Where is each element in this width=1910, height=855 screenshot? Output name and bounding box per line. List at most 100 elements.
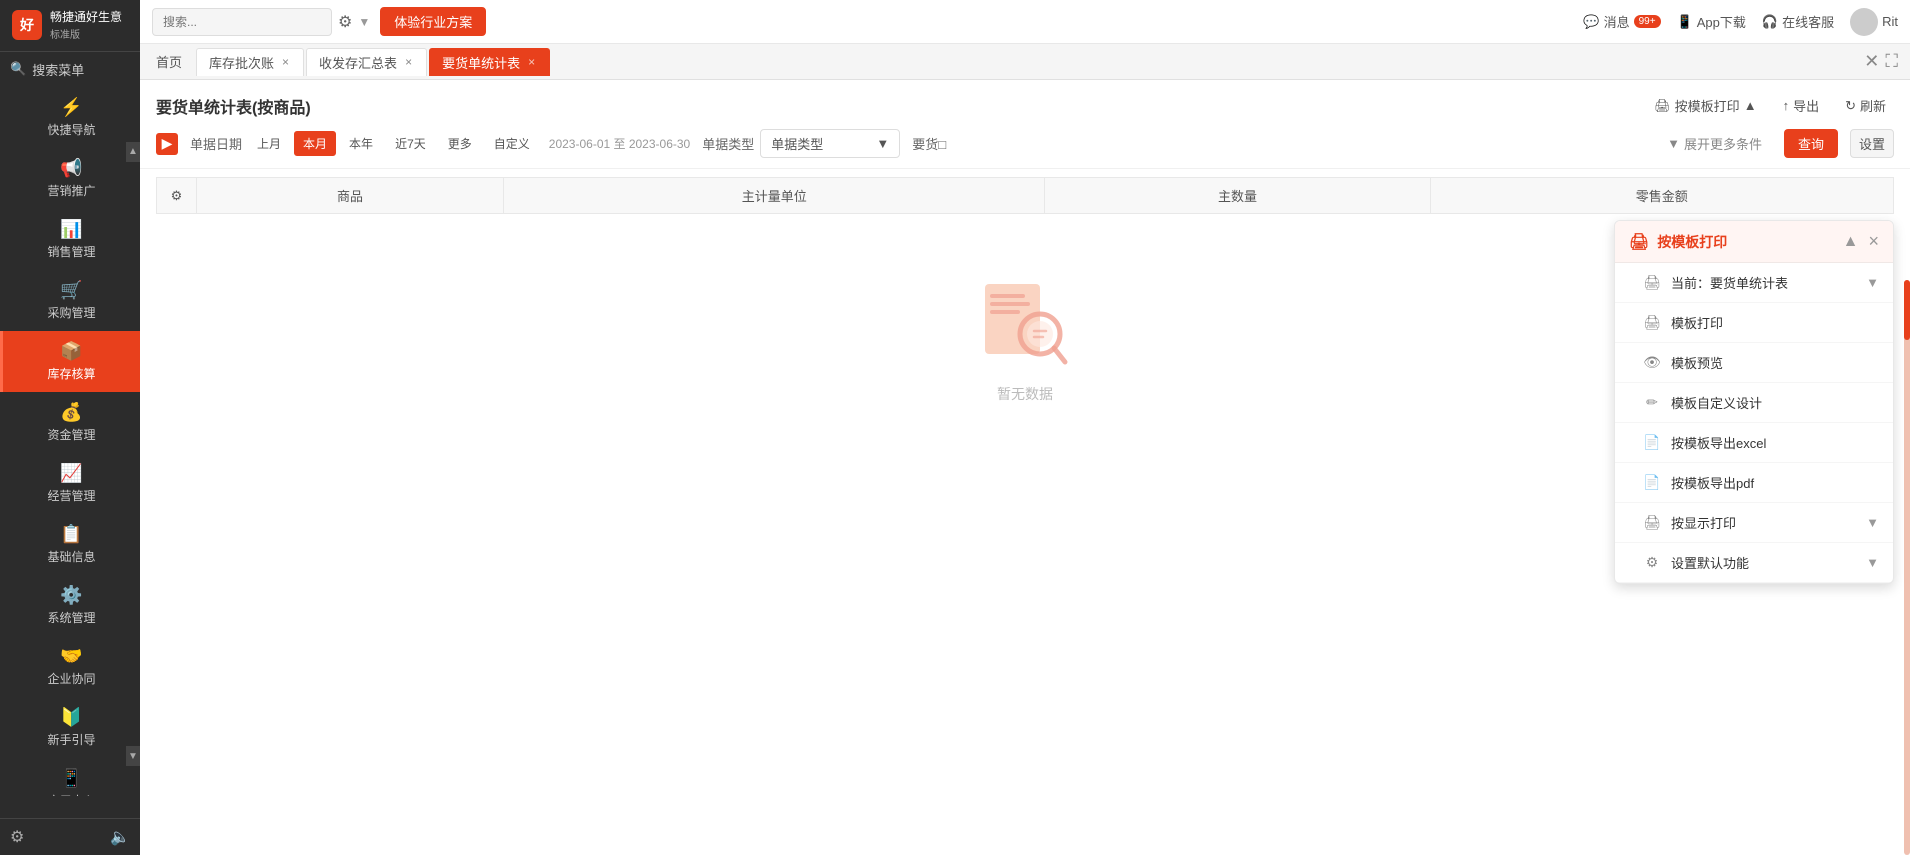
template-design-icon: ✏ xyxy=(1643,394,1661,411)
sidebar-item-label: 企业协同 xyxy=(47,670,95,687)
settings-col-icon: ⚙ xyxy=(171,188,183,203)
system-icon: ⚙️ xyxy=(60,585,82,606)
template-preview-label: 模板预览 xyxy=(1671,353,1723,372)
template-design-label: 模板自定义设计 xyxy=(1671,393,1762,412)
tab-close-btn[interactable]: × xyxy=(403,55,414,69)
operations-icon: 📈 xyxy=(60,463,82,484)
expand-more-label: 展开更多条件 xyxy=(1684,134,1762,153)
search-menu-item[interactable]: 🔍 搜索菜单 xyxy=(0,52,140,87)
scroll-bar[interactable] xyxy=(1904,280,1910,855)
app-logo: 好 畅捷通好生意 标准版 xyxy=(0,0,140,52)
sidebar-item-system[interactable]: ⚙️ 系统管理 xyxy=(0,575,140,636)
this-month-btn[interactable]: 本月 xyxy=(294,131,336,156)
tab-receipt-summary[interactable]: 收发存汇总表 × xyxy=(306,48,427,76)
print-btn[interactable]: 🖨 按模板打印 ▲ xyxy=(1646,92,1764,119)
template-print-item[interactable]: 🖨 模板打印 xyxy=(1615,303,1893,343)
search-icon: 🔍 xyxy=(10,61,26,77)
sidebar-item-label: 系统管理 xyxy=(47,609,95,626)
tab-close-btn[interactable]: × xyxy=(280,55,291,69)
query-btn[interactable]: 查询 xyxy=(1784,129,1838,158)
template-preview-item[interactable]: 👁 模板预览 xyxy=(1615,343,1893,383)
user-area[interactable]: Rit xyxy=(1850,8,1898,36)
set-default-label: 设置默认功能 xyxy=(1671,553,1749,572)
settings-icon[interactable]: ⚙ xyxy=(10,827,24,847)
filter-expand-icon[interactable]: ▶ xyxy=(156,133,178,155)
sidebar-scroll-up[interactable]: ▲ xyxy=(126,142,140,162)
template-design-item[interactable]: ✏ 模板自定义设计 xyxy=(1615,383,1893,423)
template-export-excel-item[interactable]: 📄 按模板导出excel xyxy=(1615,423,1893,463)
sidebar-item-sales[interactable]: 📊 销售管理 xyxy=(0,209,140,270)
export-btn[interactable]: ↑ 导出 xyxy=(1775,92,1828,119)
set-default-icon: ⚙ xyxy=(1643,554,1661,571)
scroll-thumb[interactable] xyxy=(1904,280,1910,340)
export-label: 导出 xyxy=(1793,96,1819,115)
app-center-icon: 📱 xyxy=(60,768,82,789)
quantity-col-header: 主数量 xyxy=(1045,178,1430,214)
sidebar-item-basic-info[interactable]: 📋 基础信息 xyxy=(0,514,140,575)
sidebar-item-label: 资金管理 xyxy=(47,426,95,443)
finance-icon: 💰 xyxy=(60,402,82,423)
template-preview-icon: 👁 xyxy=(1643,354,1661,371)
set-default-item[interactable]: ⚙ 设置默认功能 ▼ xyxy=(1615,543,1893,583)
refresh-icon: ↻ xyxy=(1845,98,1856,114)
doc-type-select[interactable]: 单据类型 ▼ xyxy=(760,129,900,158)
user-avatar xyxy=(1850,8,1878,36)
table-container: ⚙ 商品 主计量单位 主数量 零售金额 xyxy=(140,177,1910,214)
settings-btn[interactable]: 设置 xyxy=(1850,129,1894,158)
sidebar-item-collab[interactable]: 🤝 企业协同 xyxy=(0,636,140,697)
search-menu-label: 搜索菜单 xyxy=(32,60,84,79)
page-header: 要货单统计表(按商品) 🖨 按模板打印 ▲ ↑ 导出 ↻ 刷新 xyxy=(140,80,1910,119)
close-tab-btn[interactable]: ✕ xyxy=(1864,51,1879,72)
tab-batch-account[interactable]: 库存批次账 × xyxy=(196,48,304,76)
header-gear-icon[interactable]: ⚙ xyxy=(338,12,352,32)
expand-tab-btn[interactable]: ⛶ xyxy=(1885,51,1898,72)
dropdown-header-left: 🖨 按模板打印 xyxy=(1629,232,1727,252)
more-btn[interactable]: 更多 xyxy=(439,131,481,156)
sidebar-item-operations[interactable]: 📈 经营管理 xyxy=(0,453,140,514)
sidebar-item-label: 基础信息 xyxy=(47,548,95,565)
dropdown-close-btn[interactable]: × xyxy=(1868,231,1879,252)
sidebar-item-marketing[interactable]: 📢 营销推广 xyxy=(0,148,140,209)
dropdown-expand-icon[interactable]: ▲ xyxy=(1843,233,1859,251)
template-export-pdf-item[interactable]: 📄 按模板导出pdf xyxy=(1615,463,1893,503)
refresh-btn[interactable]: ↻ 刷新 xyxy=(1837,92,1894,119)
dropdown-header-actions: ▲ × xyxy=(1843,231,1879,252)
current-template-item[interactable]: 🖨 当前：要货单统计表 ▼ xyxy=(1615,263,1893,303)
retail-col-header: 零售金额 xyxy=(1430,178,1893,214)
online-service-item[interactable]: 🎧 在线客服 xyxy=(1762,12,1834,31)
trial-btn[interactable]: 体验行业方案 xyxy=(380,7,486,36)
expand-more-btn[interactable]: ▼ 展开更多条件 xyxy=(1657,130,1772,157)
sidebar-item-purchase[interactable]: 🛒 采购管理 xyxy=(0,270,140,331)
submenu-left: 🖨 当前：要货单统计表 xyxy=(1643,273,1788,292)
tab-close-btn[interactable]: × xyxy=(526,55,537,69)
tab-home[interactable]: 首页 xyxy=(144,48,194,76)
this-year-btn[interactable]: 本年 xyxy=(340,131,382,156)
sidebar-item-inventory[interactable]: 📦 库存核算 xyxy=(0,331,140,392)
sidebar-scroll-down[interactable]: ▼ xyxy=(126,746,140,766)
tab-label: 要货单统计表 xyxy=(442,53,520,72)
sidebar-item-label: 应用中心 xyxy=(47,792,95,796)
sidebar-item-finance[interactable]: 💰 资金管理 xyxy=(0,392,140,453)
template-export-excel-icon: 📄 xyxy=(1643,434,1661,451)
submenu-left: 🖨 按显示打印 xyxy=(1643,513,1736,532)
message-item[interactable]: 💬 消息 99+ xyxy=(1583,12,1660,31)
template-export-excel-label: 按模板导出excel xyxy=(1671,433,1766,452)
display-print-chevron: ▼ xyxy=(1866,515,1879,530)
sidebar-item-app-center[interactable]: 📱 应用中心 xyxy=(0,758,140,796)
tab-order-summary[interactable]: 要货单统计表 × xyxy=(429,48,550,76)
header-search-input[interactable] xyxy=(152,8,332,36)
doc-type-section: 单据类型 单据类型 ▼ xyxy=(702,129,900,158)
sidebar-item-quick-nav[interactable]: ⚡ 快捷导航 xyxy=(0,87,140,148)
display-print-item[interactable]: 🖨 按显示打印 ▼ xyxy=(1615,503,1893,543)
header-dropdown-icon[interactable]: ▼ xyxy=(358,15,370,29)
sidebar-item-guide[interactable]: 🔰 新手引导 xyxy=(0,697,140,758)
audio-icon[interactable]: 🔈 xyxy=(110,827,130,847)
custom-btn[interactable]: 自定义 xyxy=(485,131,539,156)
prev-month-btn[interactable]: 上月 xyxy=(248,131,290,156)
submenu-left: ⚙ 设置默认功能 xyxy=(1643,553,1749,572)
page-content: 要货单统计表(按商品) 🖨 按模板打印 ▲ ↑ 导出 ↻ 刷新 xyxy=(140,80,1910,855)
settings-col-header[interactable]: ⚙ xyxy=(157,178,197,214)
app-download-item[interactable]: 📱 App下载 xyxy=(1677,12,1746,31)
message-badge: 99+ xyxy=(1634,15,1661,28)
last7-btn[interactable]: 近7天 xyxy=(386,131,435,156)
